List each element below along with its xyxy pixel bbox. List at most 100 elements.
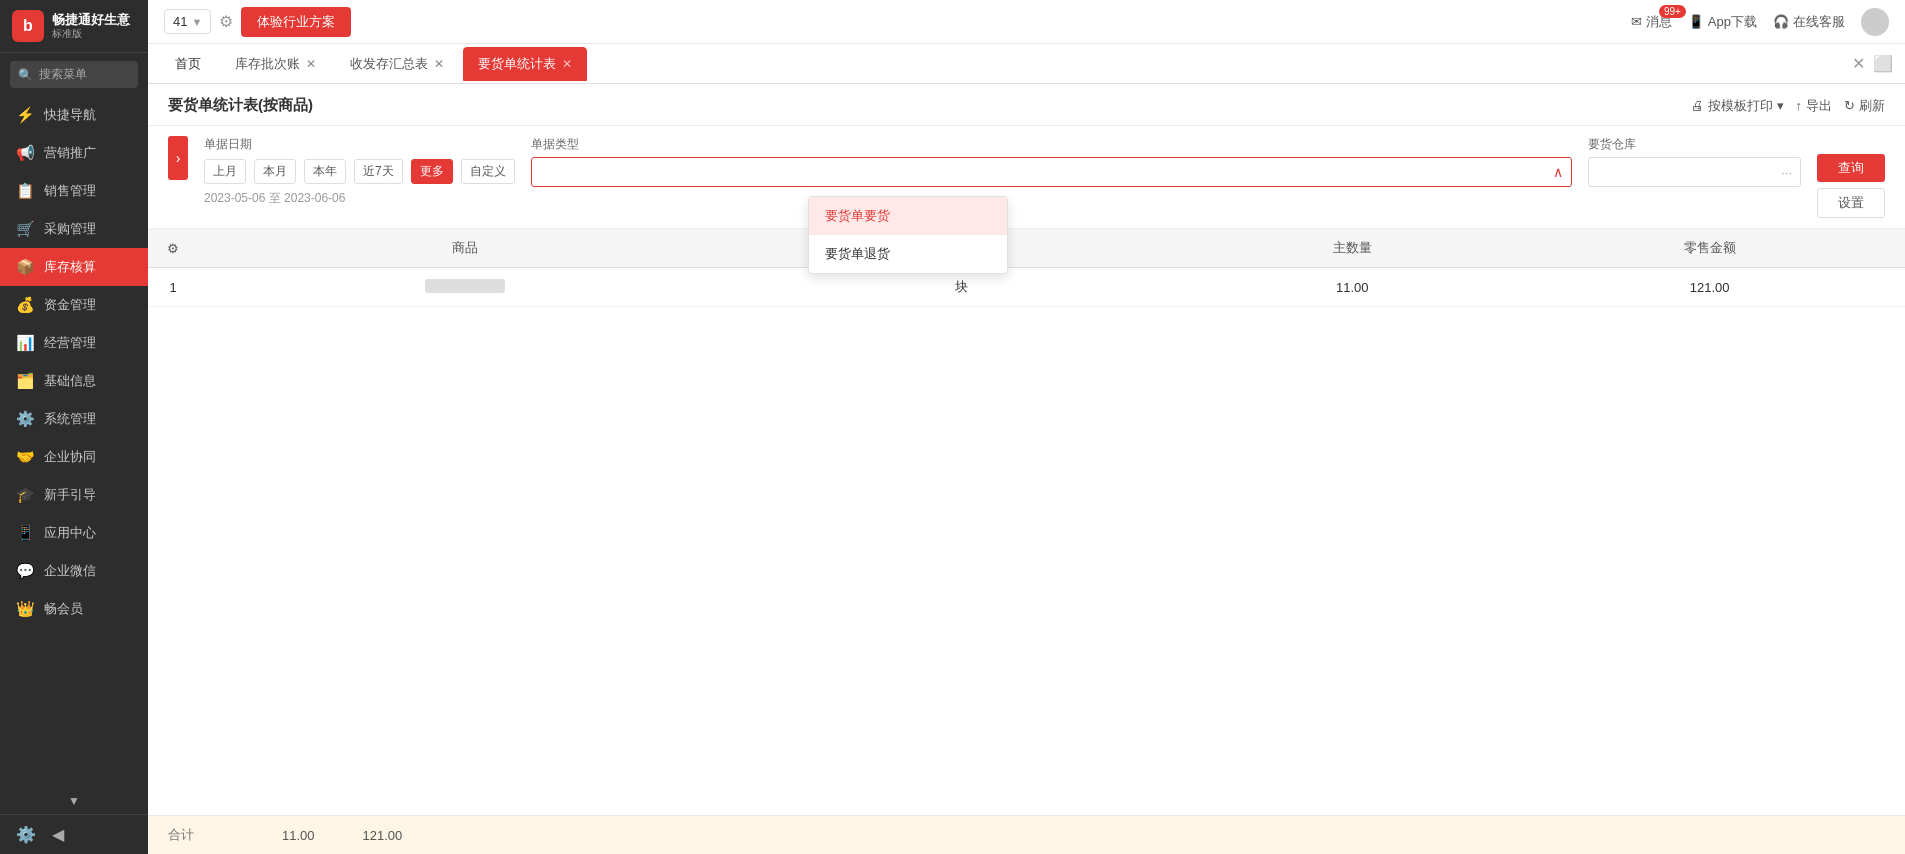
sidebar-item-inventory[interactable]: 📦 库存核算 (0, 248, 148, 286)
top-bar-right: ✉ 消息 99+ 📱 App下载 🎧 在线客服 (1631, 8, 1889, 36)
date-filter-group: 单据日期 上月 本月 本年 近7天 更多 自定义 2023-05-06 至 20… (204, 136, 515, 207)
store-selector[interactable]: 41 ▼ (164, 9, 211, 34)
footer-label: 合计 (168, 826, 194, 844)
tab-receivable-summary[interactable]: 收发存汇总表 ✕ (335, 47, 459, 81)
store-name: 41 (173, 14, 187, 29)
col-settings-icon[interactable]: ⚙ (167, 241, 179, 256)
sidebar-item-app-center[interactable]: 📱 应用中心 (0, 514, 148, 552)
nav-label: 库存核算 (44, 258, 96, 276)
sidebar-item-guide[interactable]: 🎓 新手引导 (0, 476, 148, 514)
warehouse-filter-group: 要货仓库 ··· (1588, 136, 1801, 187)
nav-label: 销售管理 (44, 182, 96, 200)
user-avatar[interactable] (1861, 8, 1889, 36)
nav-label: 畅会员 (44, 600, 83, 618)
nav-icon: 📋 (16, 182, 34, 200)
trial-button[interactable]: 体验行业方案 (241, 7, 351, 37)
sidebar-item-system[interactable]: ⚙️ 系统管理 (0, 400, 148, 438)
product-blurred (425, 279, 505, 293)
sidebar-item-wechat[interactable]: 💬 企业微信 (0, 552, 148, 590)
chevron-down-icon: ▼ (191, 16, 202, 28)
sidebar-item-purchase[interactable]: 🛒 采购管理 (0, 210, 148, 248)
table-header-row: ⚙ 商品 主计量单位 主数量 零售金额 (148, 229, 1905, 268)
warehouse-label: 要货仓库 (1588, 136, 1801, 153)
sidebar-item-operation[interactable]: 📊 经营管理 (0, 324, 148, 362)
print-chevron-icon: ▾ (1777, 98, 1784, 113)
tab-requisition-stat[interactable]: 要货单统计表 ✕ (463, 47, 587, 81)
tab-label: 收发存汇总表 (350, 55, 428, 73)
export-icon: ↑ (1796, 98, 1803, 113)
date-btn-7days[interactable]: 近7天 (354, 159, 403, 184)
col-settings[interactable]: ⚙ (148, 229, 198, 268)
nav-label: 企业协同 (44, 448, 96, 466)
warehouse-more-icon[interactable]: ··· (1773, 165, 1800, 180)
table-row: 1 块 11.00 121.00 (148, 268, 1905, 307)
topbar-settings-icon[interactable]: ⚙ (219, 12, 233, 31)
date-btn-more[interactable]: 更多 (411, 159, 453, 184)
page-title: 要货单统计表(按商品) (168, 96, 313, 115)
nav-icon: 📊 (16, 334, 34, 352)
messages-item[interactable]: ✉ 消息 99+ (1631, 13, 1672, 31)
online-service-label: 在线客服 (1793, 13, 1845, 31)
sidebar-item-marketing[interactable]: 📢 营销推广 (0, 134, 148, 172)
app-download-item[interactable]: 📱 App下载 (1688, 13, 1757, 31)
nav-icon: 👑 (16, 600, 34, 618)
tab-inventory-batch[interactable]: 库存批次账 ✕ (220, 47, 331, 81)
date-btn-last-month[interactable]: 上月 (204, 159, 246, 184)
print-button[interactable]: 🖨 按模板打印 ▾ (1691, 97, 1784, 115)
refresh-button[interactable]: ↻ 刷新 (1844, 97, 1885, 115)
date-btn-this-year[interactable]: 本年 (304, 159, 346, 184)
page-content: 要货单统计表(按商品) 🖨 按模板打印 ▾ ↑ 导出 ↻ 刷新 › (148, 84, 1905, 854)
search-label: 搜索菜单 (39, 66, 87, 83)
app-download-label: App下载 (1708, 13, 1757, 31)
tab-close-icon[interactable]: ✕ (434, 58, 444, 70)
type-filter-chevron-icon[interactable]: ∧ (1545, 164, 1571, 180)
sidebar: b 畅捷通好生意 标准版 🔍 搜索菜单 ⚡ 快捷导航 📢 营销推广 📋 销售管理… (0, 0, 148, 854)
maximize-icon[interactable]: ⬜ (1873, 54, 1893, 73)
sidebar-item-sales[interactable]: 📋 销售管理 (0, 172, 148, 210)
sidebar-item-quick-nav[interactable]: ⚡ 快捷导航 (0, 96, 148, 134)
tab-close-icon[interactable]: ✕ (306, 58, 316, 70)
type-filter-input[interactable] (532, 165, 1545, 180)
date-btn-this-month[interactable]: 本月 (254, 159, 296, 184)
sidebar-bottom: ⚙️ ◀ (0, 814, 148, 854)
nav-icon: 💰 (16, 296, 34, 314)
expand-button[interactable]: › (168, 136, 188, 180)
sidebar-item-finance[interactable]: 💰 资金管理 (0, 286, 148, 324)
sidebar-search[interactable]: 🔍 搜索菜单 (10, 61, 138, 88)
export-button[interactable]: ↑ 导出 (1796, 97, 1833, 115)
nav-label: 应用中心 (44, 524, 96, 542)
app-logo: b 畅捷通好生意 标准版 (0, 0, 148, 53)
nav-icon: 💬 (16, 562, 34, 580)
top-bar: 41 ▼ ⚙ 体验行业方案 ✉ 消息 99+ 📱 App下载 🎧 在线客服 (148, 0, 1905, 44)
date-range: 2023-05-06 至 2023-06-06 (204, 190, 515, 207)
sidebar-scroll-down[interactable]: ▼ (0, 788, 148, 814)
sidebar-item-enterprise[interactable]: 🤝 企业协同 (0, 438, 148, 476)
search-icon: 🔍 (18, 68, 33, 82)
settings-icon[interactable]: ⚙️ (16, 825, 36, 844)
online-service-item[interactable]: 🎧 在线客服 (1773, 13, 1845, 31)
collapse-icon[interactable]: ◀ (52, 825, 64, 844)
nav-icon: 📦 (16, 258, 34, 276)
nav-label: 营销推广 (44, 144, 96, 162)
tab-close-icon[interactable]: ✕ (562, 58, 572, 70)
query-button[interactable]: 查询 (1817, 154, 1885, 182)
sidebar-item-basic[interactable]: 🗂️ 基础信息 (0, 362, 148, 400)
tab-label: 要货单统计表 (478, 55, 556, 73)
cell-product (198, 268, 733, 307)
dropdown-item-requisition-order[interactable]: 要货单要货 (809, 197, 1007, 235)
download-icon: 📱 (1688, 14, 1704, 29)
tab-home[interactable]: 首页 (160, 47, 216, 81)
nav-label: 新手引导 (44, 486, 96, 504)
sidebar-item-member[interactable]: 👑 畅会员 (0, 590, 148, 628)
date-btn-custom[interactable]: 自定义 (461, 159, 515, 184)
warehouse-input[interactable] (1589, 165, 1773, 180)
filter-settings-button[interactable]: 设置 (1817, 188, 1885, 218)
footer-retail-amount-value: 121.00 (363, 828, 403, 843)
nav-icon: 📢 (16, 144, 34, 162)
dropdown-item-requisition-return[interactable]: 要货单退货 (809, 235, 1007, 273)
close-all-icon[interactable]: ✕ (1852, 54, 1865, 73)
tab-bar: 首页 库存批次账 ✕ 收发存汇总表 ✕ 要货单统计表 ✕ ✕ ⬜ (148, 44, 1905, 84)
date-filter-label: 单据日期 (204, 136, 515, 153)
logo-icon: b (12, 10, 44, 42)
nav-label: 经营管理 (44, 334, 96, 352)
